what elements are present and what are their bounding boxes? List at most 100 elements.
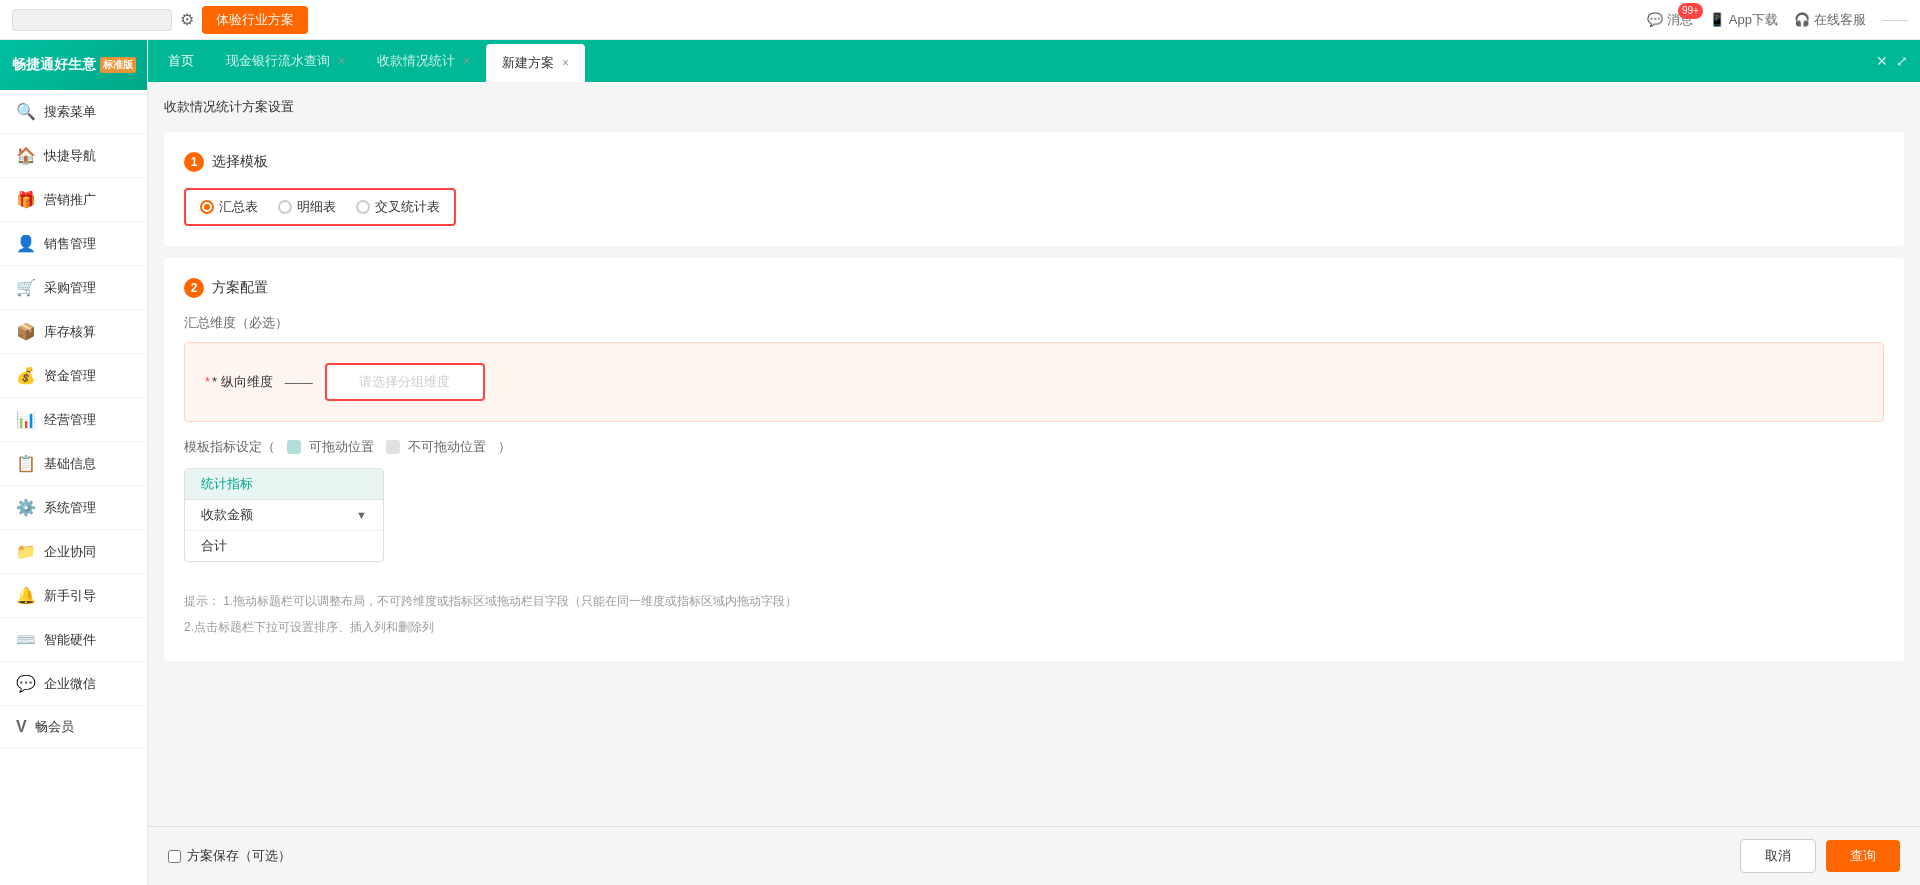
- dimension-area: ** 纵向维度 —— 请选择分组维度: [184, 342, 1884, 422]
- tab-bank-query-close[interactable]: ×: [338, 54, 345, 68]
- save-checkbox[interactable]: [168, 850, 181, 863]
- sidebar-item-purchase[interactable]: 🛒 采购管理: [0, 266, 147, 310]
- avatar-placeholder: ——: [1882, 12, 1908, 27]
- sidebar-label-inventory: 库存核算: [44, 323, 96, 341]
- sidebar-item-operations[interactable]: 📊 经营管理: [0, 398, 147, 442]
- radio-cross[interactable]: 交叉统计表: [356, 198, 440, 216]
- message-icon: 💬: [1647, 12, 1663, 27]
- sidebar-item-marketing[interactable]: 🎁 营销推广: [0, 178, 147, 222]
- fixed-dot: [386, 440, 400, 454]
- sidebar-item-member[interactable]: V 畅会员: [0, 706, 147, 749]
- radio-summary-circle: [200, 200, 214, 214]
- logo-area: 畅捷通好生意 标准版: [0, 40, 147, 90]
- tab-bar: 首页 现金银行流水查询 × 收款情况统计 × 新建方案 × ✕ ⤢: [148, 40, 1920, 82]
- save-label: 方案保存（可选）: [187, 847, 291, 865]
- sidebar-item-quick-nav[interactable]: 🏠 快捷导航: [0, 134, 147, 178]
- sidebar-label-purchase: 采购管理: [44, 279, 96, 297]
- sidebar-label-system: 系统管理: [44, 499, 96, 517]
- search-icon: 🔍: [16, 102, 36, 121]
- step2-header: 2 方案配置: [184, 278, 1884, 298]
- download-action[interactable]: 📱 App下载: [1709, 11, 1778, 29]
- bell-icon: 🔔: [16, 586, 36, 605]
- sidebar-item-guide[interactable]: 🔔 新手引导: [0, 574, 147, 618]
- service-action[interactable]: 🎧 在线客服: [1794, 11, 1866, 29]
- chart-icon: 📊: [16, 410, 36, 429]
- dropdown-icon: ▼: [356, 509, 367, 521]
- sidebar-item-basic-info[interactable]: 📋 基础信息: [0, 442, 147, 486]
- tab-bank-query-label: 现金银行流水查询: [226, 52, 330, 70]
- user-avatar[interactable]: ——: [1882, 12, 1908, 27]
- tab-new-plan[interactable]: 新建方案 ×: [486, 44, 585, 82]
- step1-header: 1 选择模板: [184, 152, 1884, 172]
- dimension-section-label: 汇总维度（必选）: [184, 314, 1884, 332]
- sidebar-item-hardware[interactable]: ⌨️ 智能硬件: [0, 618, 147, 662]
- gift-icon: 🎁: [16, 190, 36, 209]
- trial-button[interactable]: 体验行业方案: [202, 6, 308, 34]
- step1-num: 1: [184, 152, 204, 172]
- member-icon: V: [16, 718, 27, 736]
- tab-expand-btn[interactable]: ⤢: [1896, 53, 1908, 69]
- breadcrumb-input[interactable]: [12, 9, 172, 31]
- chat-icon: 💬: [16, 674, 36, 693]
- tab-new-plan-close[interactable]: ×: [562, 56, 569, 70]
- sidebar-label-member: 畅会员: [35, 718, 74, 736]
- sidebar-label-operations: 经营管理: [44, 411, 96, 429]
- query-button[interactable]: 查询: [1826, 840, 1900, 872]
- vertical-dim-label: ** 纵向维度: [205, 373, 273, 391]
- user-icon: 👤: [16, 234, 36, 253]
- tab-collection-stats-label: 收款情况统计: [377, 52, 455, 70]
- header-right: 💬 消息 99+ 📱 App下载 🎧 在线客服 ——: [1647, 11, 1908, 29]
- draggable-legend: 可拖动位置: [287, 438, 374, 456]
- save-option[interactable]: 方案保存（可选）: [168, 847, 291, 865]
- tips-area: 提示： 1.拖动标题栏可以调整布局，不可跨维度或指标区域拖动栏目字段（只能在同一…: [184, 589, 1884, 639]
- indicator-header: 模板指标设定（ 可拖动位置 不可拖动位置 ）: [184, 438, 1884, 456]
- radio-cross-circle: [356, 200, 370, 214]
- clipboard-icon: 📋: [16, 454, 36, 473]
- header-left: ⚙ 体验行业方案: [12, 6, 308, 34]
- template-radio-group: 汇总表 明细表 交叉统计表: [184, 188, 456, 226]
- radio-detail[interactable]: 明细表: [278, 198, 336, 216]
- grouping-dimension-select[interactable]: 请选择分组维度: [325, 363, 485, 401]
- tip-1: 提示： 1.拖动标题栏可以调整布局，不可跨维度或指标区域拖动栏目字段（只能在同一…: [184, 589, 1884, 613]
- sidebar-label-basic-info: 基础信息: [44, 455, 96, 473]
- tab-collection-stats-close[interactable]: ×: [463, 54, 470, 68]
- keyboard-icon: ⌨️: [16, 630, 36, 649]
- sidebar-item-finance[interactable]: 💰 资金管理: [0, 354, 147, 398]
- sidebar-item-enterprise[interactable]: 📁 企业协同: [0, 530, 147, 574]
- stats-header: 统计指标: [185, 469, 383, 500]
- sidebar-label-search: 搜索菜单: [44, 103, 96, 121]
- sidebar-item-inventory[interactable]: 📦 库存核算: [0, 310, 147, 354]
- cancel-button[interactable]: 取消: [1740, 839, 1816, 873]
- service-label: 在线客服: [1814, 11, 1866, 29]
- page-content: 收款情况统计方案设置 1 选择模板 汇总表 明细表: [148, 82, 1920, 826]
- non-draggable-label: 不可拖动位置: [408, 438, 486, 456]
- tab-bank-query[interactable]: 现金银行流水查询 ×: [210, 40, 361, 82]
- dimension-row: ** 纵向维度 —— 请选择分组维度: [205, 363, 1863, 401]
- step1-title: 选择模板: [212, 153, 268, 171]
- radio-cross-label: 交叉统计表: [375, 198, 440, 216]
- radio-detail-circle: [278, 200, 292, 214]
- sidebar-item-search[interactable]: 🔍 搜索菜单: [0, 90, 147, 134]
- notification-action[interactable]: 💬 消息 99+: [1647, 11, 1693, 29]
- service-icon: 🎧: [1794, 12, 1810, 27]
- content-area: 首页 现金银行流水查询 × 收款情况统计 × 新建方案 × ✕ ⤢ 收款情况统计…: [148, 40, 1920, 885]
- sidebar-label-finance: 资金管理: [44, 367, 96, 385]
- page-title: 收款情况统计方案设置: [164, 98, 1904, 116]
- footer-buttons: 取消 查询: [1740, 839, 1900, 873]
- sidebar-item-sales[interactable]: 👤 销售管理: [0, 222, 147, 266]
- sidebar-item-wechat[interactable]: 💬 企业微信: [0, 662, 147, 706]
- tab-home-label: 首页: [168, 52, 194, 70]
- tab-collection-stats[interactable]: 收款情况统计 ×: [361, 40, 486, 82]
- sidebar-label-quick-nav: 快捷导航: [44, 147, 96, 165]
- gear-icon[interactable]: ⚙: [180, 10, 194, 29]
- tab-close-btn[interactable]: ✕: [1876, 53, 1888, 69]
- dim-arrow: ——: [285, 374, 313, 390]
- tab-home[interactable]: 首页: [152, 40, 210, 82]
- sidebar-label-wechat: 企业微信: [44, 675, 96, 693]
- radio-summary[interactable]: 汇总表: [200, 198, 258, 216]
- indicator-row-amount[interactable]: 收款金额 ▼: [185, 500, 383, 530]
- sidebar-item-system[interactable]: ⚙️ 系统管理: [0, 486, 147, 530]
- sidebar-label-hardware: 智能硬件: [44, 631, 96, 649]
- main-layout: 畅捷通好生意 标准版 🔍 搜索菜单 🏠 快捷导航 🎁 营销推广 👤 销售管理 🛒…: [0, 40, 1920, 885]
- money-icon: 💰: [16, 366, 36, 385]
